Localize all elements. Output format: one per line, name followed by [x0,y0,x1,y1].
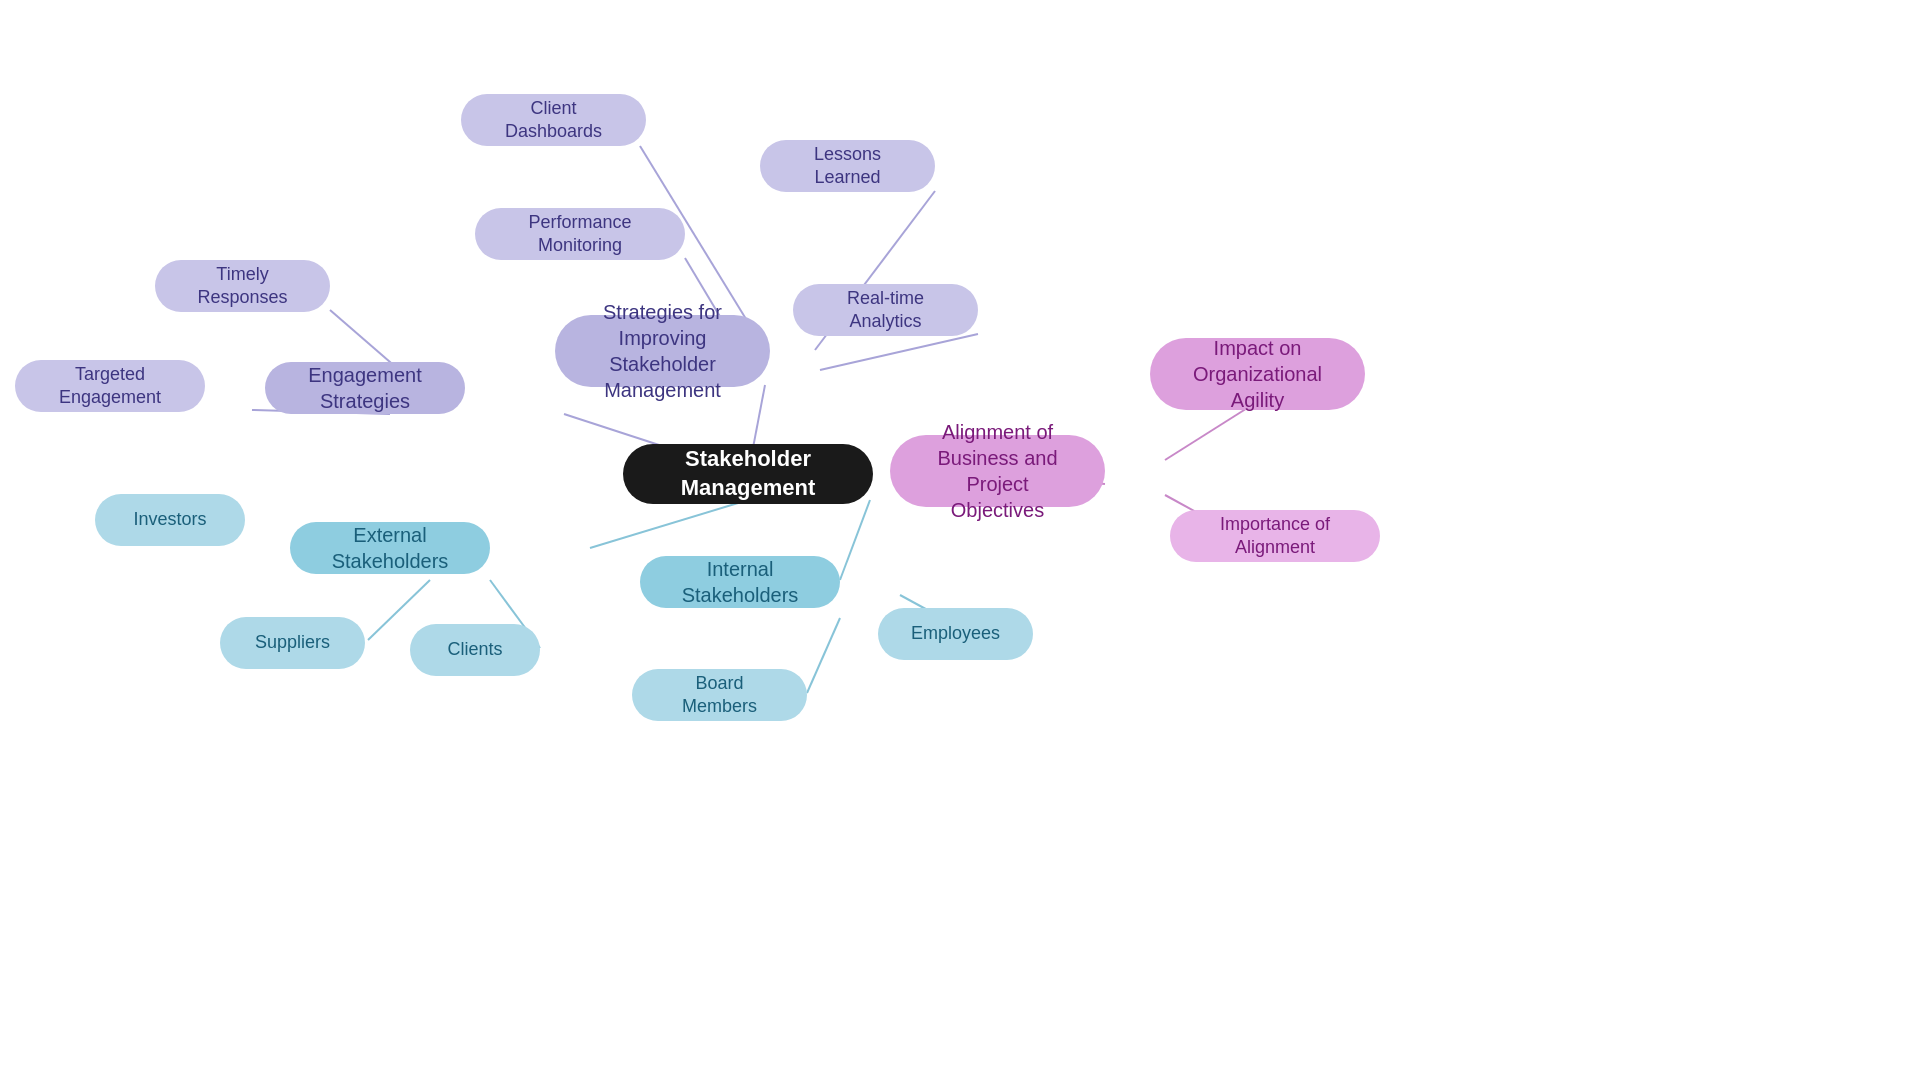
performance-monitoring-node[interactable]: Performance Monitoring [475,208,685,260]
suppliers-node[interactable]: Suppliers [220,617,365,669]
svg-line-12 [840,500,870,580]
realtime-analytics-node[interactable]: Real-time Analytics [793,284,978,336]
performance-monitoring-label: Performance Monitoring [503,211,657,258]
investors-node[interactable]: Investors [95,494,245,546]
svg-line-14 [807,618,840,693]
strategies-label: Strategies for ImprovingStakeholder Mana… [583,299,742,403]
alignment-business-label: Alignment of Business andProject Objecti… [918,419,1077,523]
internal-stakeholders-label: Internal Stakeholders [668,556,812,608]
employees-label: Employees [911,622,1000,645]
importance-alignment-label: Importance of Alignment [1198,513,1352,560]
employees-node[interactable]: Employees [878,608,1033,660]
connections-svg [0,0,1920,1083]
lessons-learned-node[interactable]: Lessons Learned [760,140,935,192]
external-stakeholders-label: External Stakeholders [318,522,462,574]
center-node[interactable]: Stakeholder Management [623,444,873,504]
investors-label: Investors [133,508,206,531]
svg-line-4 [820,334,978,370]
timely-responses-node[interactable]: Timely Responses [155,260,330,312]
targeted-engagement-node[interactable]: Targeted Engagement [15,360,205,412]
board-members-label: Board Members [660,672,779,719]
importance-alignment-node[interactable]: Importance of Alignment [1170,510,1380,562]
board-members-node[interactable]: Board Members [632,669,807,721]
realtime-analytics-label: Real-time Analytics [821,287,950,334]
external-stakeholders-node[interactable]: External Stakeholders [290,522,490,574]
strategies-node[interactable]: Strategies for ImprovingStakeholder Mana… [555,315,770,387]
svg-line-8 [590,500,748,548]
impact-agility-node[interactable]: Impact on OrganizationalAgility [1150,338,1365,410]
suppliers-label: Suppliers [255,631,330,654]
lessons-learned-label: Lessons Learned [788,143,907,190]
timely-responses-label: Timely Responses [183,263,302,310]
clients-node[interactable]: Clients [410,624,540,676]
client-dashboards-label: Client Dashboards [489,97,618,144]
clients-label: Clients [447,638,502,661]
impact-agility-label: Impact on OrganizationalAgility [1178,335,1337,413]
alignment-business-node[interactable]: Alignment of Business andProject Objecti… [890,435,1105,507]
client-dashboards-node[interactable]: Client Dashboards [461,94,646,146]
engagement-strategies-node[interactable]: Engagement Strategies [265,362,465,414]
center-label: Stakeholder Management [671,445,825,502]
targeted-engagement-label: Targeted Engagement [43,363,177,410]
internal-stakeholders-node[interactable]: Internal Stakeholders [640,556,840,608]
engagement-strategies-label: Engagement Strategies [293,362,437,414]
